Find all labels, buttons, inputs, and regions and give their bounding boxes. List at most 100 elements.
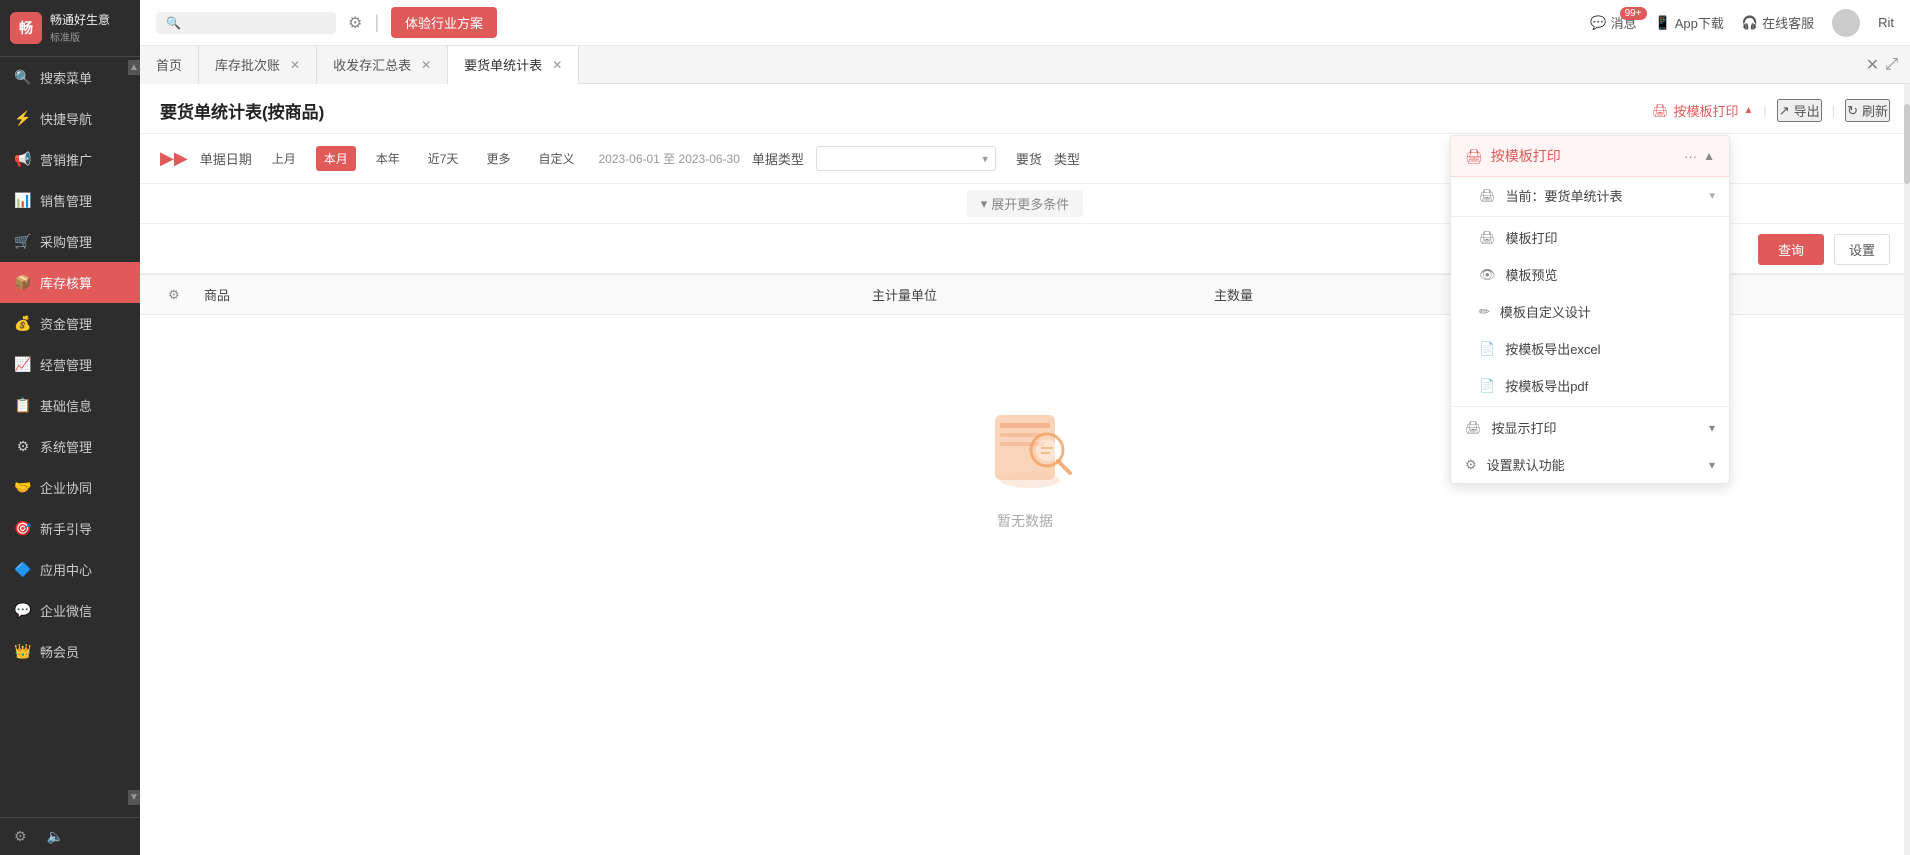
dropdown-item-template-design[interactable]: ✏ 模板自定义设计 bbox=[1451, 293, 1729, 330]
topbar-gear-icon[interactable]: ⚙ bbox=[348, 13, 362, 33]
online-service-btn[interactable]: 🎧 在线客服 bbox=[1742, 13, 1814, 32]
sidebar-item-label-purchase: 采购管理 bbox=[40, 232, 92, 251]
sidebar-item-label-wechat: 企业微信 bbox=[40, 601, 92, 620]
tab-close-inventory-batch[interactable]: ✕ bbox=[290, 58, 300, 72]
dropdown-more-icon[interactable]: ··· bbox=[1684, 149, 1697, 164]
more-conditions-button[interactable]: ▾ 展开更多条件 bbox=[967, 190, 1084, 217]
date-btn-7days[interactable]: 近7天 bbox=[420, 146, 467, 171]
right-scrollbar-thumb[interactable] bbox=[1904, 104, 1910, 184]
dropdown-header: 🖨 按模板打印 ··· ▲ bbox=[1451, 136, 1729, 177]
sidebar-item-label-search: 搜索菜单 bbox=[40, 68, 92, 87]
inventory-icon: 📦 bbox=[14, 274, 32, 291]
finance-icon: 💰 bbox=[14, 315, 32, 332]
dropdown-default-settings[interactable]: ⚙ 设置默认功能 ▾ bbox=[1451, 446, 1729, 483]
settings-button[interactable]: 设置 bbox=[1834, 234, 1890, 265]
sidebar-item-marketing[interactable]: 📢 营销推广 bbox=[0, 139, 140, 180]
sidebar-item-label-inventory: 库存核算 bbox=[40, 273, 92, 292]
guide-icon: 🎯 bbox=[14, 520, 32, 537]
dropdown-header-left: 🖨 按模板打印 bbox=[1465, 146, 1561, 166]
sidebar-item-search[interactable]: 🔍 搜索菜单 bbox=[0, 57, 140, 98]
messages-badge: 99+ bbox=[1620, 7, 1647, 20]
template-print-label: 按模板打印 bbox=[1673, 101, 1738, 120]
tab-close-summary[interactable]: ✕ bbox=[421, 58, 431, 72]
col-product: 商品 bbox=[196, 275, 864, 314]
template-print-dropdown: 🖨 按模板打印 ··· ▲ 🖨 当前：要货单统计表 ▾ bbox=[1450, 135, 1730, 484]
sidebar-item-finance[interactable]: 💰 资金管理 bbox=[0, 303, 140, 344]
right-scrollbar[interactable] bbox=[1904, 84, 1910, 855]
avatar[interactable] bbox=[1832, 9, 1860, 37]
date-btn-this-month[interactable]: 本月 bbox=[316, 146, 356, 171]
dropdown-current-item[interactable]: 🖨 当前：要货单统计表 ▾ bbox=[1451, 177, 1729, 214]
date-btn-more[interactable]: 更多 bbox=[478, 146, 518, 171]
dropdown-item-export-excel[interactable]: 📄 按模板导出excel bbox=[1451, 330, 1729, 367]
tab-close-order-stats[interactable]: ✕ bbox=[552, 58, 562, 72]
sidebar-item-wechat[interactable]: 💬 企业微信 bbox=[0, 590, 140, 631]
tab-summary-label: 收发存汇总表 bbox=[333, 55, 411, 74]
topbar-right: 💬 消息 99+ 📱 App下载 🎧 在线客服 Rit bbox=[1590, 9, 1894, 37]
query-button[interactable]: 查询 bbox=[1758, 234, 1824, 265]
search-icon: 🔍 bbox=[14, 69, 32, 86]
type-select-wrap bbox=[816, 146, 996, 171]
sidebar-item-system[interactable]: ⚙ 系统管理 bbox=[0, 426, 140, 467]
tab-fullscreen-btn[interactable]: ⤢ bbox=[1885, 56, 1898, 74]
sidebar-item-guide[interactable]: 🎯 新手引导 bbox=[0, 508, 140, 549]
yaohuo-label: 要货 bbox=[1016, 149, 1042, 168]
sidebar-item-member[interactable]: 👑 畅会员 bbox=[0, 631, 140, 672]
tab-summary[interactable]: 收发存汇总表 ✕ bbox=[317, 46, 448, 84]
tab-close-all-btn[interactable]: ✕ bbox=[1866, 55, 1879, 75]
sidebar-item-quicknav[interactable]: ⚡ 快捷导航 bbox=[0, 98, 140, 139]
sidebar-item-operations[interactable]: 📈 经营管理 bbox=[0, 344, 140, 385]
content-area: 要货单统计表(按商品) 🖨 按模板打印 ▲ | ↗ 导出 | ↻ 刷新 bbox=[140, 84, 1910, 855]
app-download-btn[interactable]: 📱 App下载 bbox=[1655, 13, 1724, 32]
dropdown-divider1 bbox=[1451, 216, 1729, 217]
printer-icon: 🖨 bbox=[1652, 103, 1669, 119]
dropdown-item-template-print[interactable]: 🖨 模板打印 bbox=[1451, 219, 1729, 256]
sidebar-item-purchase[interactable]: 🛒 采购管理 bbox=[0, 221, 140, 262]
date-btn-this-year[interactable]: 本年 bbox=[368, 146, 408, 171]
tab-order-stats[interactable]: 要货单统计表 ✕ bbox=[448, 46, 579, 84]
sidebar-bottom: ⚙ 🔈 bbox=[0, 817, 140, 855]
dropdown-display-print[interactable]: 🖨 按显示打印 ▾ bbox=[1451, 409, 1729, 446]
sidebar-item-apps[interactable]: 🔷 应用中心 bbox=[0, 549, 140, 590]
filter-expand-icon: ▶▶ bbox=[160, 148, 188, 169]
date-btn-custom[interactable]: 自定义 bbox=[530, 146, 582, 171]
dropdown-export-excel-icon: 📄 bbox=[1479, 341, 1495, 357]
type-select[interactable] bbox=[816, 146, 996, 171]
sidebar-item-enterprise[interactable]: 🤝 企业协同 bbox=[0, 467, 140, 508]
refresh-button[interactable]: ↻ 刷新 bbox=[1845, 99, 1890, 122]
messages-icon: 💬 bbox=[1590, 15, 1606, 31]
trial-button[interactable]: 体验行业方案 bbox=[391, 7, 497, 38]
tab-home[interactable]: 首页 bbox=[140, 46, 199, 84]
dropdown-export-pdf-label: 按模板导出pdf bbox=[1505, 376, 1588, 395]
online-service-label: 在线客服 bbox=[1762, 13, 1814, 32]
empty-illustration bbox=[965, 395, 1085, 495]
dropdown-default-settings-left: ⚙ 设置默认功能 bbox=[1465, 455, 1565, 474]
main-area: 🔍 ⚙ | 体验行业方案 💬 消息 99+ 📱 App下载 🎧 在线客服 Rit bbox=[140, 0, 1910, 855]
dropdown-display-print-chevron: ▾ bbox=[1709, 421, 1715, 435]
sidebar-item-label-baseinfo: 基础信息 bbox=[40, 396, 92, 415]
dropdown-close-chevron[interactable]: ▲ bbox=[1703, 149, 1715, 163]
template-print-button[interactable]: 🖨 按模板打印 ▲ bbox=[1652, 101, 1753, 120]
dropdown-item-export-pdf[interactable]: 📄 按模板导出pdf bbox=[1451, 367, 1729, 404]
sidebar-item-label-guide: 新手引导 bbox=[40, 519, 92, 538]
col-settings-icon: ⚙ bbox=[168, 287, 180, 302]
sidebar-scroll-down[interactable]: ▼ bbox=[128, 790, 140, 805]
app-download-label: App下载 bbox=[1675, 13, 1724, 32]
dropdown-current-label: 当前：要货单统计表 bbox=[1506, 186, 1623, 205]
dropdown-printer-icon: 🖨 bbox=[1465, 148, 1483, 165]
topbar-search-box[interactable]: 🔍 bbox=[156, 12, 336, 34]
settings-icon[interactable]: ⚙ bbox=[14, 828, 27, 845]
sidebar-item-inventory[interactable]: 📦 库存核算 bbox=[0, 262, 140, 303]
volume-icon[interactable]: 🔈 bbox=[47, 828, 64, 845]
col-settings[interactable]: ⚙ bbox=[160, 277, 196, 313]
app-logo-icon: 畅 bbox=[10, 12, 42, 44]
sidebar-item-baseinfo[interactable]: 📋 基础信息 bbox=[0, 385, 140, 426]
date-btn-last-month[interactable]: 上月 bbox=[264, 146, 304, 171]
export-button[interactable]: ↗ 导出 bbox=[1777, 99, 1822, 122]
dropdown-item-template-preview[interactable]: 👁 模板预览 bbox=[1451, 256, 1729, 293]
tab-inventory-batch[interactable]: 库存批次账 ✕ bbox=[199, 46, 317, 84]
filter-expand-button[interactable]: ▶▶ bbox=[160, 148, 188, 169]
sidebar-item-sales[interactable]: 📊 销售管理 bbox=[0, 180, 140, 221]
expand-down-icon: ▾ bbox=[981, 196, 988, 212]
messages-btn[interactable]: 💬 消息 99+ bbox=[1590, 13, 1636, 32]
